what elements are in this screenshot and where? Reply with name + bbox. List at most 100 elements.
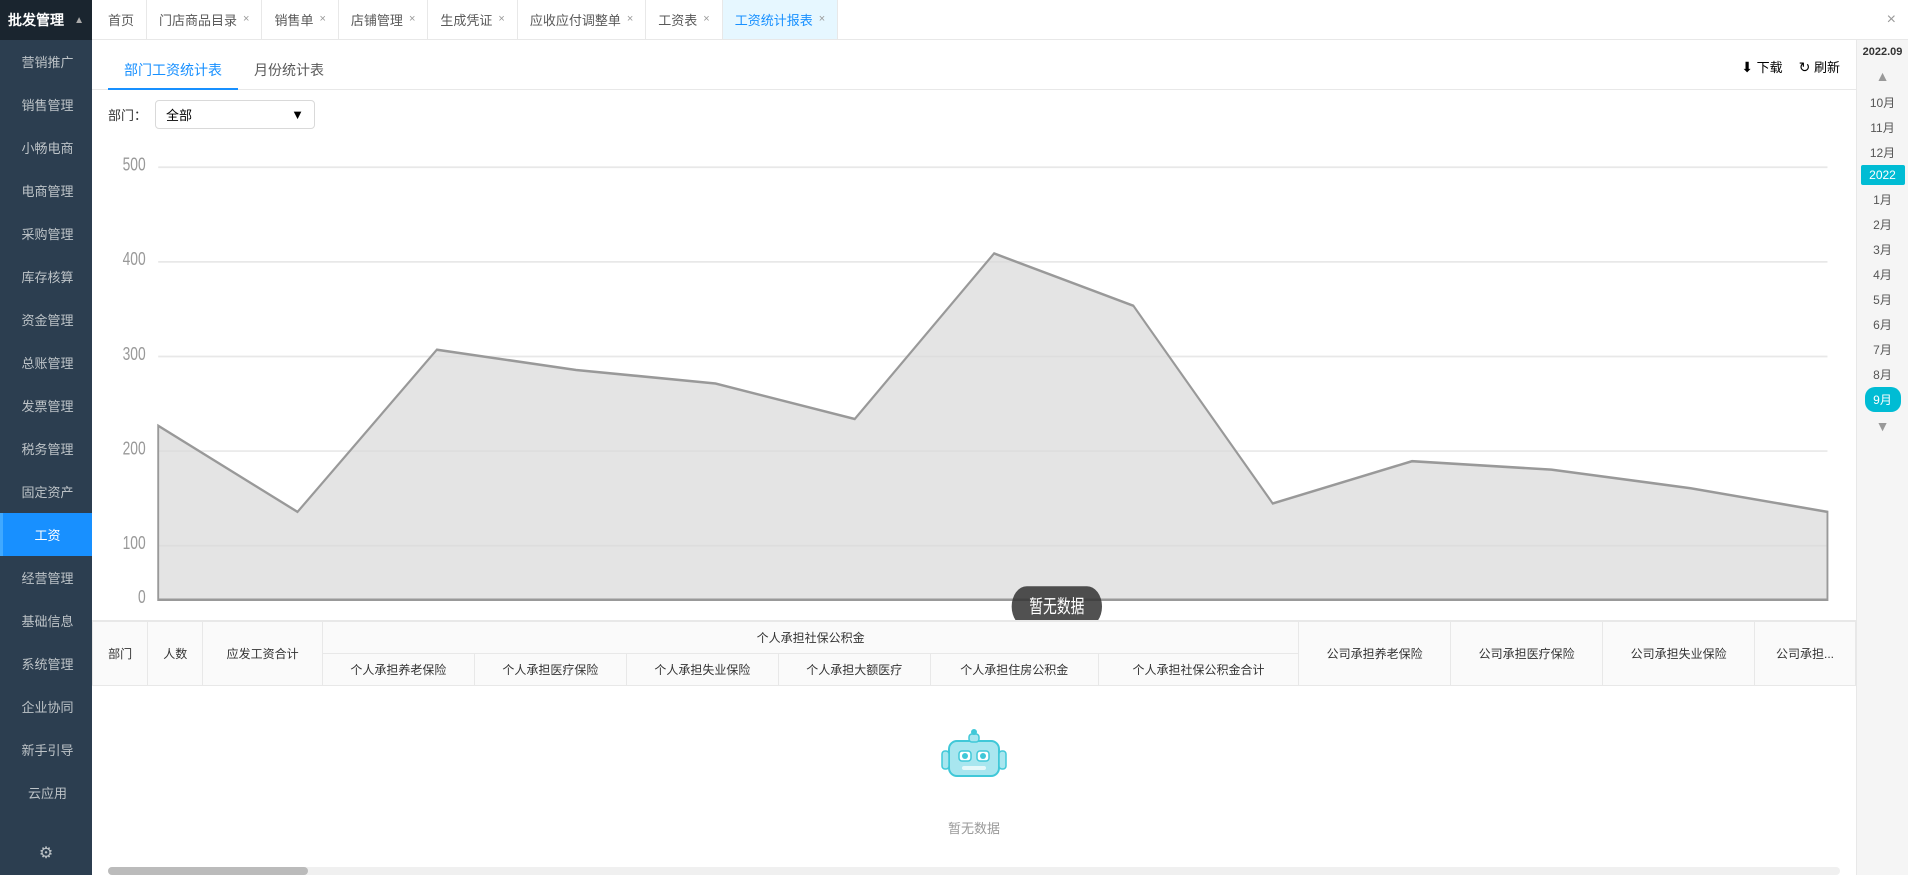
download-button[interactable]: ⬇ 下载 bbox=[1741, 57, 1782, 76]
tab-首页[interactable]: 首页 bbox=[96, 0, 147, 40]
tab-label: 应收应付调整单 bbox=[530, 10, 621, 29]
th-personal-housing: 个人承担住房公积金 bbox=[930, 654, 1098, 686]
tab-工资表[interactable]: 工资表 × bbox=[646, 0, 722, 40]
timeline-month-10[interactable]: 10月 bbox=[1865, 90, 1901, 115]
tab-店铺管理[interactable]: 店铺管理 × bbox=[339, 0, 428, 40]
dept-label: 部门： bbox=[108, 105, 147, 124]
sidebar-item-企业协同[interactable]: 企业协同 bbox=[0, 685, 92, 728]
sidebar-item-小畅电商[interactable]: 小畅电商 bbox=[0, 126, 92, 169]
timeline-up-nav[interactable]: ▲ bbox=[1869, 62, 1897, 90]
horizontal-scrollbar[interactable] bbox=[108, 867, 1840, 875]
svg-text:暂无数据: 暂无数据 bbox=[1029, 597, 1084, 617]
timeline-month-7[interactable]: 7月 bbox=[1865, 337, 1901, 362]
tab-门店商品目录[interactable]: 门店商品目录 × bbox=[147, 0, 262, 40]
tab-close-icon[interactable]: × bbox=[319, 14, 325, 25]
sidebar-item-采购管理[interactable]: 采购管理 bbox=[0, 212, 92, 255]
timeline-month-2[interactable]: 2月 bbox=[1865, 212, 1901, 237]
tab-close-icon[interactable]: × bbox=[627, 14, 633, 25]
th-total-salary: 应发工资合计 bbox=[203, 622, 323, 686]
timeline-month-8[interactable]: 8月 bbox=[1865, 362, 1901, 387]
tab-label: 工资统计报表 bbox=[735, 10, 813, 29]
sidebar-item-经营管理[interactable]: 经营管理 bbox=[0, 556, 92, 599]
close-all-icon[interactable]: × bbox=[1887, 11, 1896, 29]
tab-close-icon[interactable]: × bbox=[409, 14, 415, 25]
sidebar-title: 批发管理 bbox=[8, 10, 64, 30]
sidebar-collapse-icon[interactable]: ▲ bbox=[74, 15, 84, 26]
no-data-text: 暂无数据 bbox=[948, 818, 1000, 837]
dept-select-value: 全部 bbox=[166, 105, 192, 124]
tab-生成凭证[interactable]: 生成凭证 × bbox=[428, 0, 517, 40]
sidebar-item-营销推广[interactable]: 营销推广 bbox=[0, 40, 92, 83]
sidebar-item-基础信息[interactable]: 基础信息 bbox=[0, 599, 92, 642]
tab-label: 门店商品目录 bbox=[159, 10, 237, 29]
right-panel: 2022.09 ▲ 10月 11月 12月 2022 1月 2月 3月 4月 5… bbox=[1856, 40, 1908, 875]
sidebar-item-固定资产[interactable]: 固定资产 bbox=[0, 470, 92, 513]
th-company-unemployment: 公司承担失业保险 bbox=[1603, 622, 1755, 686]
th-personal-large-medical: 个人承担大额医疗 bbox=[778, 654, 930, 686]
no-data-section: 暂无数据 bbox=[92, 686, 1856, 867]
sidebar-item-库存核算[interactable]: 库存核算 bbox=[0, 255, 92, 298]
main-area: 首页门店商品目录×销售单×店铺管理×生成凭证×应收应付调整单×工资表×工资统计报… bbox=[92, 0, 1908, 875]
sidebar-header[interactable]: 批发管理 ▲ bbox=[0, 0, 92, 40]
toolbar-left: 部门： 全部 ▼ bbox=[108, 100, 315, 129]
sub-tab-bar: 部门工资统计表月份统计表 ⬇ 下载 ↻ 刷新 bbox=[92, 40, 1856, 90]
sidebar-item-系统管理[interactable]: 系统管理 bbox=[0, 642, 92, 685]
sidebar-settings-button[interactable]: ⚙ bbox=[0, 831, 92, 875]
sidebar-item-销售管理[interactable]: 销售管理 bbox=[0, 83, 92, 126]
svg-text:300: 300 bbox=[123, 344, 146, 364]
sub-tab-1[interactable]: 月份统计表 bbox=[238, 52, 340, 90]
tab-bar-end: × bbox=[1879, 11, 1904, 29]
th-dept: 部门 bbox=[93, 622, 148, 686]
svg-text:100: 100 bbox=[123, 533, 146, 553]
th-company-medical: 公司承担医疗保险 bbox=[1451, 622, 1603, 686]
sidebar-item-税务管理[interactable]: 税务管理 bbox=[0, 427, 92, 470]
tab-工资统计报表[interactable]: 工资统计报表 × bbox=[723, 0, 838, 40]
tab-销售单[interactable]: 销售单× bbox=[262, 0, 338, 40]
area-chart: 500 400 300 200 100 0 bbox=[108, 147, 1840, 620]
current-date-label: 2022.09 bbox=[1863, 46, 1903, 58]
timeline-month-6[interactable]: 6月 bbox=[1865, 312, 1901, 337]
timeline-month-4[interactable]: 4月 bbox=[1865, 262, 1901, 287]
th-personal-unemployment: 个人承担失业保险 bbox=[626, 654, 778, 686]
refresh-icon: ↻ bbox=[1799, 59, 1811, 75]
timeline-year-label[interactable]: 2022 bbox=[1861, 165, 1905, 185]
th-personal-medical: 个人承担医疗保险 bbox=[474, 654, 626, 686]
scrollbar-thumb[interactable] bbox=[108, 867, 308, 875]
tab-close-icon[interactable]: × bbox=[703, 14, 709, 25]
sidebar-item-工资[interactable]: 工资 bbox=[0, 513, 92, 556]
chevron-down-icon: ▼ bbox=[291, 107, 304, 122]
table-wrapper[interactable]: 部门 人数 应发工资合计 个人承担社保公积金 公司承担养老保险 公司承担医疗保险… bbox=[92, 621, 1856, 686]
refresh-button[interactable]: ↻ 刷新 bbox=[1799, 57, 1840, 76]
th-personal-total: 个人承担社保公积金合计 bbox=[1098, 654, 1298, 686]
sub-tab-0[interactable]: 部门工资统计表 bbox=[108, 52, 238, 90]
stats-table: 部门 人数 应发工资合计 个人承担社保公积金 公司承担养老保险 公司承担医疗保险… bbox=[92, 621, 1856, 686]
sidebar-item-资金管理[interactable]: 资金管理 bbox=[0, 298, 92, 341]
sidebar-item-发票管理[interactable]: 发票管理 bbox=[0, 384, 92, 427]
th-personal-group: 个人承担社保公积金 bbox=[322, 622, 1298, 654]
timeline-month-5[interactable]: 5月 bbox=[1865, 287, 1901, 312]
th-company-more: 公司承担... bbox=[1755, 622, 1856, 686]
timeline-down-nav[interactable]: ▼ bbox=[1869, 412, 1897, 440]
timeline-month-1[interactable]: 1月 bbox=[1865, 187, 1901, 212]
tab-label: 工资表 bbox=[658, 10, 697, 29]
svg-text:0: 0 bbox=[138, 587, 146, 607]
gear-icon: ⚙ bbox=[39, 845, 53, 862]
tab-close-icon[interactable]: × bbox=[498, 14, 504, 25]
timeline-month-12[interactable]: 12月 bbox=[1865, 140, 1901, 165]
timeline-month-11[interactable]: 11月 bbox=[1865, 115, 1901, 140]
sidebar-item-总账管理[interactable]: 总账管理 bbox=[0, 341, 92, 384]
tab-label: 店铺管理 bbox=[351, 10, 403, 29]
dept-select[interactable]: 全部 ▼ bbox=[155, 100, 315, 129]
sidebar-item-云应用[interactable]: 云应用 bbox=[0, 771, 92, 814]
no-data-robot-icon bbox=[934, 716, 1014, 810]
sidebar-item-新手引导[interactable]: 新手引导 bbox=[0, 728, 92, 771]
th-personal-pension: 个人承担养老保险 bbox=[322, 654, 474, 686]
sidebar-item-电商管理[interactable]: 电商管理 bbox=[0, 169, 92, 212]
timeline-month-9[interactable]: 9月 bbox=[1865, 387, 1901, 412]
chart-container: 500 400 300 200 100 0 bbox=[92, 139, 1856, 620]
tab-应收应付调整单[interactable]: 应收应付调整单 × bbox=[518, 0, 646, 40]
tab-label: 生成凭证 bbox=[440, 10, 492, 29]
tab-close-icon[interactable]: × bbox=[243, 14, 249, 25]
tab-close-icon[interactable]: × bbox=[819, 14, 825, 25]
timeline-month-3[interactable]: 3月 bbox=[1865, 237, 1901, 262]
